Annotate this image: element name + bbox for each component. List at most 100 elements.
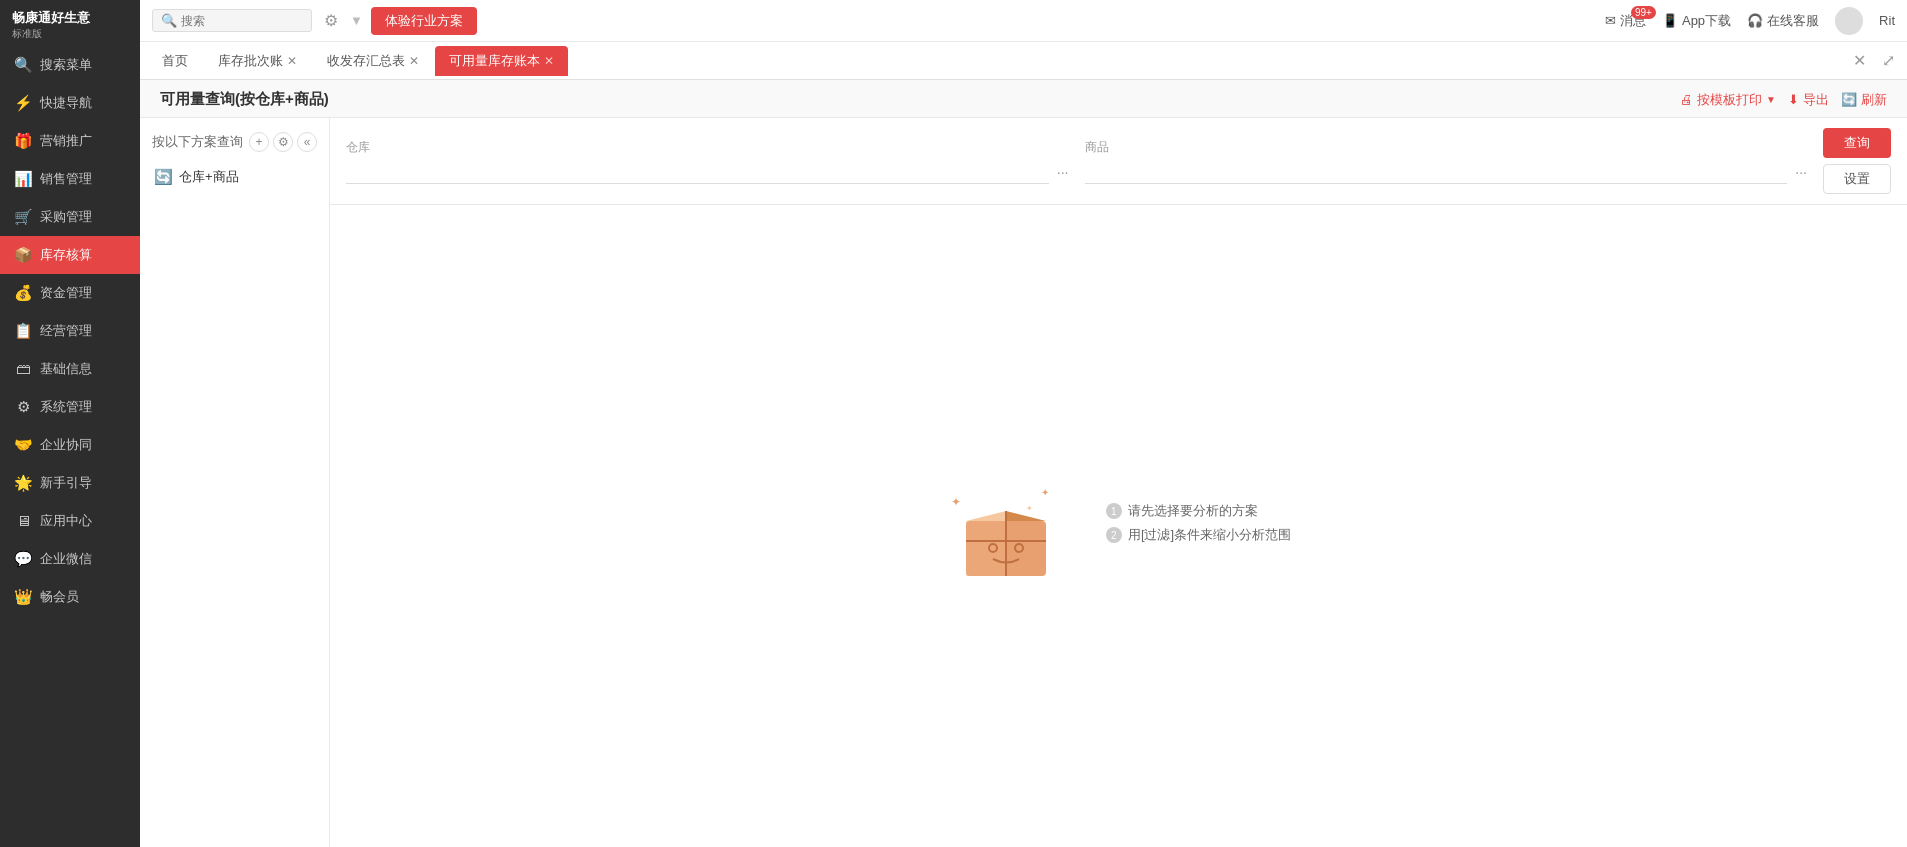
sidebar-item-label: 销售管理 (40, 170, 92, 188)
refresh-button[interactable]: 🔄 刷新 (1841, 91, 1887, 109)
svg-text:✦: ✦ (1041, 487, 1049, 498)
dropdown-icon: ▼ (350, 13, 363, 28)
trial-button[interactable]: 体验行业方案 (371, 7, 477, 35)
marketing-icon: 🎁 (14, 132, 32, 150)
sidebar-item-finance[interactable]: 💰 资金管理 (0, 274, 140, 312)
sidebar-item-label: 系统管理 (40, 398, 92, 416)
inventory-icon: 📦 (14, 246, 32, 264)
page-title: 可用量查询(按仓库+商品) (160, 90, 329, 109)
sidebar-item-appcenter[interactable]: 🖥 应用中心 (0, 502, 140, 540)
refresh-label: 刷新 (1861, 91, 1887, 109)
sidebar-item-label: 新手引导 (40, 474, 92, 492)
search-box[interactable]: 🔍 (152, 9, 312, 32)
sidebar-item-cooperation[interactable]: 🤝 企业协同 (0, 426, 140, 464)
step-2-text: 用[过滤]条件来缩小分析范围 (1128, 526, 1291, 544)
wechat-icon: 💬 (14, 550, 32, 568)
tab-available-stock-label: 可用量库存账本 (449, 52, 540, 70)
sidebar-item-member[interactable]: 👑 畅会员 (0, 578, 140, 616)
tabbar: 首页 库存批次账 ✕ 收发存汇总表 ✕ 可用量库存账本 ✕ ✕ ⤢ (140, 42, 1907, 80)
tab-home[interactable]: 首页 (148, 46, 202, 76)
goods-field: 商品 ··· (1085, 139, 1808, 184)
sidebar-item-basic[interactable]: 🗃 基础信息 (0, 350, 140, 388)
app-download-button[interactable]: 📱 App下载 (1662, 12, 1731, 30)
sidebar-item-operation[interactable]: 📋 经营管理 (0, 312, 140, 350)
svg-text:✦: ✦ (951, 495, 961, 509)
sidebar-item-sales[interactable]: 📊 销售管理 (0, 160, 140, 198)
sidebar-item-wechat[interactable]: 💬 企业微信 (0, 540, 140, 578)
sidebar-item-label: 基础信息 (40, 360, 92, 378)
online-service-button[interactable]: 🎧 在线客服 (1747, 12, 1819, 30)
sidebar-item-inventory[interactable]: 📦 库存核算 (0, 236, 140, 274)
filter-header: 按以下方案查询 + ⚙ « (140, 128, 329, 160)
sidebar-item-system[interactable]: ⚙ 系统管理 (0, 388, 140, 426)
sidebar-item-quicknav[interactable]: ⚡ 快捷导航 (0, 84, 140, 122)
message-badge: 99+ (1631, 6, 1656, 19)
search-input[interactable] (181, 14, 301, 28)
tab-available-stock[interactable]: 可用量库存账本 ✕ (435, 46, 568, 76)
appcenter-icon: 🖥 (14, 512, 32, 529)
logo-sub: 标准版 (12, 27, 128, 40)
empty-text: 1 请先选择要分析的方案 2 用[过滤]条件来缩小分析范围 (1106, 502, 1291, 550)
query-actions: 查询 设置 (1823, 128, 1891, 194)
filter-label: 按以下方案查询 (152, 133, 243, 151)
svg-text:✦: ✦ (1026, 504, 1033, 513)
sidebar-item-label: 应用中心 (40, 512, 92, 530)
empty-step-1: 1 请先选择要分析的方案 (1106, 502, 1291, 520)
tab-batch-account-label: 库存批次账 (218, 52, 283, 70)
sidebar-item-label: 企业协同 (40, 436, 92, 454)
sidebar-item-purchase[interactable]: 🛒 采购管理 (0, 198, 140, 236)
quicknav-icon: ⚡ (14, 94, 32, 112)
step-1-num: 1 (1106, 503, 1122, 519)
tab-stock-summary[interactable]: 收发存汇总表 ✕ (313, 46, 433, 76)
warehouse-more-button[interactable]: ··· (1057, 164, 1069, 180)
warehouse-input[interactable] (346, 160, 1049, 184)
query-settings-button[interactable]: 设置 (1823, 164, 1891, 194)
warehouse-input-row: ··· (346, 160, 1069, 184)
tab-home-label: 首页 (162, 52, 188, 70)
sidebar-item-label: 资金管理 (40, 284, 92, 302)
phone-icon: 📱 (1662, 13, 1678, 28)
sidebar-item-search[interactable]: 🔍 搜索菜单 (0, 46, 140, 84)
sidebar-item-label: 采购管理 (40, 208, 92, 226)
tab-available-stock-close[interactable]: ✕ (544, 54, 554, 68)
sidebar: 畅康通好生意 标准版 🔍 搜索菜单 ⚡ 快捷导航 🎁 营销推广 📊 销售管理 🛒… (0, 0, 140, 847)
tab-batch-account[interactable]: 库存批次账 ✕ (204, 46, 311, 76)
export-button[interactable]: ⬇ 导出 (1788, 91, 1829, 109)
basic-icon: 🗃 (14, 360, 32, 377)
close-all-tabs-button[interactable]: ✕ (1849, 49, 1870, 72)
warehouse-field: 仓库 ··· (346, 139, 1069, 184)
goods-input[interactable] (1085, 160, 1788, 184)
step-2-num: 2 (1106, 527, 1122, 543)
empty-state: ✦ ✦ ✦ 1 请先选择要分析的方案 2 用[过滤]条件来缩小分析范围 (330, 205, 1907, 847)
purchase-icon: 🛒 (14, 208, 32, 226)
query-button[interactable]: 查询 (1823, 128, 1891, 158)
tab-batch-account-close[interactable]: ✕ (287, 54, 297, 68)
filter-settings-button[interactable]: ⚙ (273, 132, 293, 152)
message-icon: ✉ (1605, 13, 1616, 28)
page-header: 可用量查询(按仓库+商品) 🖨 按模板打印 ▼ ⬇ 导出 🔄 刷新 (140, 80, 1907, 118)
logo-main: 畅康通好生意 (12, 10, 128, 27)
filter-panel: 按以下方案查询 + ⚙ « 🔄 仓库+商品 (140, 118, 330, 847)
expand-icon[interactable]: ⤢ (1878, 49, 1899, 72)
member-icon: 👑 (14, 588, 32, 606)
tab-stock-summary-label: 收发存汇总表 (327, 52, 405, 70)
sidebar-item-guide[interactable]: 🌟 新手引导 (0, 464, 140, 502)
filter-add-button[interactable]: + (249, 132, 269, 152)
sidebar-item-marketing[interactable]: 🎁 营销推广 (0, 122, 140, 160)
sidebar-item-label: 营销推广 (40, 132, 92, 150)
print-button[interactable]: 🖨 按模板打印 ▼ (1680, 91, 1776, 109)
finance-icon: 💰 (14, 284, 32, 302)
message-button[interactable]: ✉ 消息 99+ (1605, 12, 1646, 30)
filter-item-warehouse-goods[interactable]: 🔄 仓库+商品 (140, 160, 329, 194)
query-and-results: 仓库 ··· 商品 ··· 查询 设置 (330, 118, 1907, 847)
content: 按以下方案查询 + ⚙ « 🔄 仓库+商品 仓库 ··· (140, 118, 1907, 847)
filter-collapse-button[interactable]: « (297, 132, 317, 152)
goods-more-button[interactable]: ··· (1795, 164, 1807, 180)
search-icon: 🔍 (14, 56, 32, 74)
export-icon: ⬇ (1788, 92, 1799, 107)
tab-stock-summary-close[interactable]: ✕ (409, 54, 419, 68)
filter-actions: + ⚙ « (249, 132, 317, 152)
print-dropdown-icon: ▼ (1766, 94, 1776, 105)
avatar (1835, 7, 1863, 35)
gear-icon[interactable]: ⚙ (320, 7, 342, 34)
